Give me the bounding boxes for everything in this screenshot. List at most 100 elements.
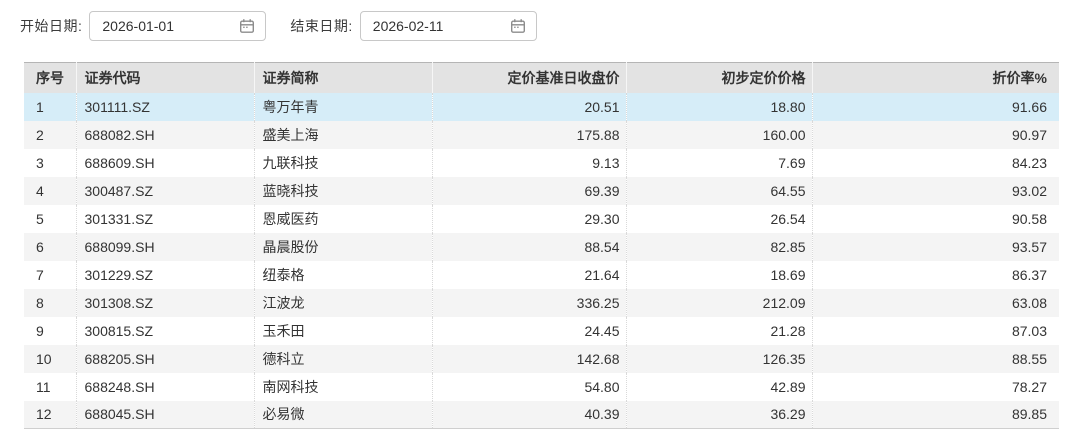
- cell-discount_rate: 93.02: [812, 177, 1059, 205]
- cell-initial_price: 64.55: [626, 177, 812, 205]
- cell-base_close_price: 336.25: [432, 289, 626, 317]
- cell-index: 9: [24, 317, 76, 345]
- cell-code: 300487.SZ: [76, 177, 254, 205]
- cell-index: 1: [24, 93, 76, 121]
- cell-code: 301308.SZ: [76, 289, 254, 317]
- cell-initial_price: 42.89: [626, 373, 812, 401]
- table-row[interactable]: 3688609.SH九联科技9.137.6984.23: [24, 149, 1059, 177]
- cell-discount_rate: 86.37: [812, 261, 1059, 289]
- header-row: 序号证券代码证券简称定价基准日收盘价初步定价价格折价率%: [24, 63, 1059, 93]
- cell-discount_rate: 88.55: [812, 345, 1059, 373]
- cell-index: 7: [24, 261, 76, 289]
- calendar-icon[interactable]: [510, 18, 526, 34]
- cell-base_close_price: 21.64: [432, 261, 626, 289]
- cell-index: 4: [24, 177, 76, 205]
- cell-code: 688045.SH: [76, 401, 254, 429]
- calendar-icon[interactable]: [239, 18, 255, 34]
- cell-name: 九联科技: [254, 149, 432, 177]
- cell-discount_rate: 90.58: [812, 205, 1059, 233]
- cell-base_close_price: 69.39: [432, 177, 626, 205]
- table-row[interactable]: 1301111.SZ粤万年青20.5118.8091.66: [24, 93, 1059, 121]
- cell-base_close_price: 20.51: [432, 93, 626, 121]
- cell-discount_rate: 90.97: [812, 121, 1059, 149]
- cell-code: 688205.SH: [76, 345, 254, 373]
- table-row[interactable]: 5301331.SZ恩威医药29.3026.5490.58: [24, 205, 1059, 233]
- cell-index: 5: [24, 205, 76, 233]
- start-date-label: 开始日期:: [20, 16, 82, 36]
- cell-base_close_price: 54.80: [432, 373, 626, 401]
- cell-name: 恩威医药: [254, 205, 432, 233]
- cell-name: 纽泰格: [254, 261, 432, 289]
- cell-initial_price: 126.35: [626, 345, 812, 373]
- table-row[interactable]: 9300815.SZ玉禾田24.4521.2887.03: [24, 317, 1059, 345]
- column-header-name[interactable]: 证券简称: [254, 63, 432, 93]
- cell-base_close_price: 9.13: [432, 149, 626, 177]
- cell-name: 盛美上海: [254, 121, 432, 149]
- cell-index: 2: [24, 121, 76, 149]
- table-row[interactable]: 10688205.SH德科立142.68126.3588.55: [24, 345, 1059, 373]
- cell-name: 必易微: [254, 401, 432, 429]
- cell-initial_price: 18.69: [626, 261, 812, 289]
- table-row[interactable]: 8301308.SZ江波龙336.25212.0963.08: [24, 289, 1059, 317]
- cell-name: 蓝晓科技: [254, 177, 432, 205]
- table-row[interactable]: 2688082.SH盛美上海175.88160.0090.97: [24, 121, 1059, 149]
- cell-index: 3: [24, 149, 76, 177]
- cell-code: 688248.SH: [76, 373, 254, 401]
- cell-code: 301111.SZ: [76, 93, 254, 121]
- cell-code: 688082.SH: [76, 121, 254, 149]
- cell-name: 德科立: [254, 345, 432, 373]
- cell-initial_price: 160.00: [626, 121, 812, 149]
- cell-initial_price: 82.85: [626, 233, 812, 261]
- cell-base_close_price: 175.88: [432, 121, 626, 149]
- cell-code: 688609.SH: [76, 149, 254, 177]
- table-row[interactable]: 11688248.SH南网科技54.8042.8978.27: [24, 373, 1059, 401]
- cell-base_close_price: 88.54: [432, 233, 626, 261]
- cell-discount_rate: 84.23: [812, 149, 1059, 177]
- column-header-index[interactable]: 序号: [24, 63, 76, 93]
- cell-code: 300815.SZ: [76, 317, 254, 345]
- cell-index: 6: [24, 233, 76, 261]
- cell-name: 晶晨股份: [254, 233, 432, 261]
- cell-discount_rate: 91.66: [812, 93, 1059, 121]
- end-date-label: 结束日期:: [290, 16, 352, 36]
- cell-base_close_price: 29.30: [432, 205, 626, 233]
- cell-initial_price: 21.28: [626, 317, 812, 345]
- cell-name: 粤万年青: [254, 93, 432, 121]
- column-header-discount_rate[interactable]: 折价率%: [812, 63, 1059, 93]
- cell-name: 江波龙: [254, 289, 432, 317]
- cell-discount_rate: 78.27: [812, 373, 1059, 401]
- cell-base_close_price: 40.39: [432, 401, 626, 429]
- table-header: 序号证券代码证券简称定价基准日收盘价初步定价价格折价率%: [24, 63, 1059, 93]
- cell-code: 301331.SZ: [76, 205, 254, 233]
- end-date-input[interactable]: [361, 18, 491, 34]
- end-date-picker[interactable]: [360, 11, 537, 41]
- cell-index: 8: [24, 289, 76, 317]
- cell-initial_price: 18.80: [626, 93, 812, 121]
- table-body: 1301111.SZ粤万年青20.5118.8091.662688082.SH盛…: [24, 93, 1059, 429]
- cell-initial_price: 26.54: [626, 205, 812, 233]
- start-date-input[interactable]: [90, 18, 220, 34]
- cell-base_close_price: 142.68: [432, 345, 626, 373]
- cell-discount_rate: 87.03: [812, 317, 1059, 345]
- column-header-code[interactable]: 证券代码: [76, 63, 254, 93]
- cell-discount_rate: 63.08: [812, 289, 1059, 317]
- table-row[interactable]: 7301229.SZ纽泰格21.6418.6986.37: [24, 261, 1059, 289]
- date-filter-bar: 开始日期: 结束日期:: [0, 0, 1080, 42]
- table-row[interactable]: 12688045.SH必易微40.3936.2989.85: [24, 401, 1059, 429]
- cell-discount_rate: 89.85: [812, 401, 1059, 429]
- table-row[interactable]: 6688099.SH晶晨股份88.5482.8593.57: [24, 233, 1059, 261]
- cell-index: 11: [24, 373, 76, 401]
- cell-name: 南网科技: [254, 373, 432, 401]
- cell-name: 玉禾田: [254, 317, 432, 345]
- column-header-initial_price[interactable]: 初步定价价格: [626, 63, 812, 93]
- cell-discount_rate: 93.57: [812, 233, 1059, 261]
- cell-index: 10: [24, 345, 76, 373]
- start-date-picker[interactable]: [89, 11, 266, 41]
- table-row[interactable]: 4300487.SZ蓝晓科技69.3964.5593.02: [24, 177, 1059, 205]
- column-header-base_close_price[interactable]: 定价基准日收盘价: [432, 63, 626, 93]
- start-date-filter: 开始日期:: [20, 11, 266, 41]
- end-date-filter: 结束日期:: [290, 11, 536, 41]
- cell-code: 688099.SH: [76, 233, 254, 261]
- cell-initial_price: 212.09: [626, 289, 812, 317]
- cell-initial_price: 36.29: [626, 401, 812, 429]
